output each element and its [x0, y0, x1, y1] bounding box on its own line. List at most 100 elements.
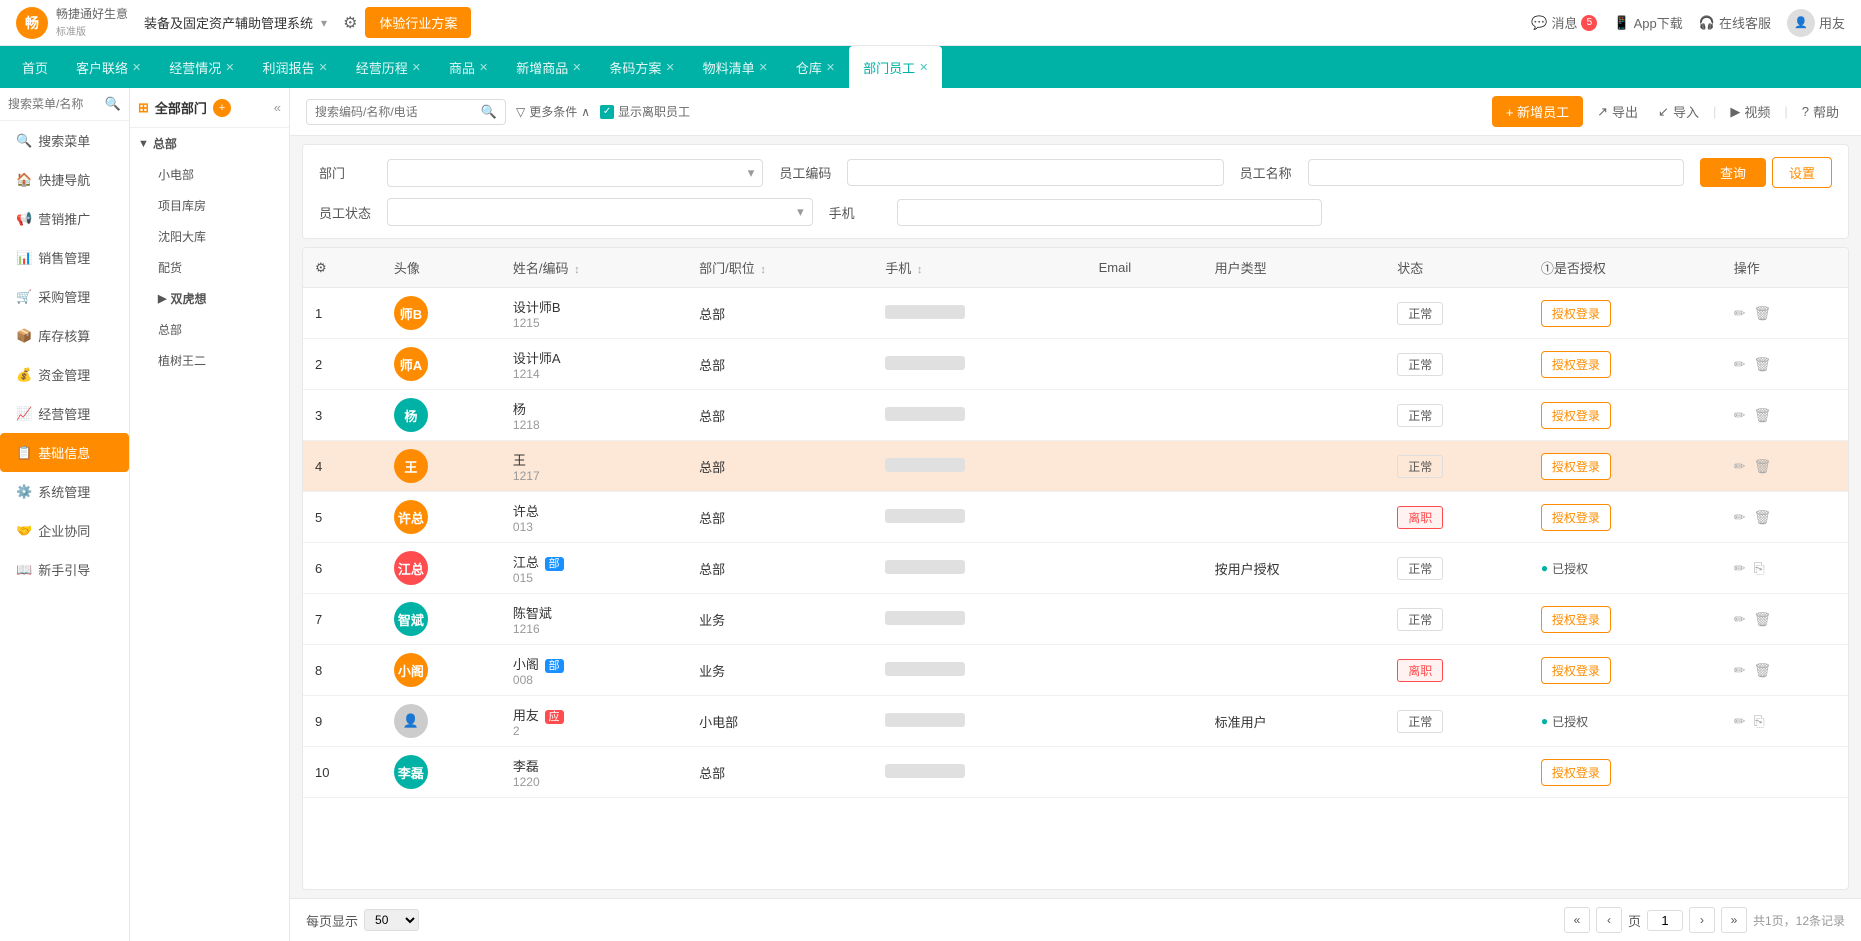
sidebar-item-sales[interactable]: 📊 销售管理	[0, 238, 129, 277]
settings-icon[interactable]: ⚙	[343, 13, 357, 33]
col-phone[interactable]: 手机 ↕	[873, 248, 1086, 288]
auth-button[interactable]: 授权登录	[1541, 504, 1611, 531]
tab-new-goods-close[interactable]: ✕	[572, 61, 581, 74]
tab-profit-close[interactable]: ✕	[319, 61, 328, 74]
online-service-item[interactable]: 🎧 在线客服	[1699, 13, 1771, 32]
tab-warehouse[interactable]: 仓库 ✕	[782, 46, 849, 88]
tab-goods-close[interactable]: ✕	[479, 61, 488, 74]
auth-button[interactable]: 授权登录	[1541, 300, 1611, 327]
dept-item-warehouse[interactable]: 项目库房	[150, 190, 289, 221]
delete-icon[interactable]: 🗑	[1753, 458, 1771, 475]
user-item[interactable]: 👤 用友	[1787, 9, 1845, 37]
tab-operation[interactable]: 经营情况 ✕	[155, 46, 248, 88]
tab-customer[interactable]: 客户联络 ✕	[62, 46, 155, 88]
search-input[interactable]	[315, 105, 477, 119]
dept-item-hq[interactable]: 总部	[150, 314, 289, 345]
sidebar-item-collab[interactable]: 🤝 企业协同	[0, 511, 129, 550]
auth-button[interactable]: 授权登录	[1541, 657, 1611, 684]
export-button[interactable]: ↗ 导出	[1591, 98, 1644, 125]
tab-bom-close[interactable]: ✕	[759, 61, 768, 74]
tab-operation-close[interactable]: ✕	[225, 61, 234, 74]
tab-new-goods[interactable]: 新增商品 ✕	[502, 46, 595, 88]
emp-name-input[interactable]	[1308, 159, 1684, 186]
delete-icon[interactable]: 🗑	[1753, 407, 1771, 424]
system-dropdown-icon[interactable]: ▾	[321, 16, 327, 30]
help-button[interactable]: ? 帮助	[1796, 98, 1845, 125]
dept-item-shuanghu[interactable]: ▶ 双虎想	[150, 283, 289, 314]
auth-button[interactable]: 授权登录	[1541, 453, 1611, 480]
page-input[interactable]	[1647, 910, 1683, 931]
tab-employees-close[interactable]: ✕	[919, 61, 928, 74]
tab-history-close[interactable]: ✕	[412, 61, 421, 74]
more-conditions[interactable]: ▽ 更多条件 ∧	[516, 103, 590, 120]
dept-item-zhishu[interactable]: 植树王二	[150, 345, 289, 376]
phone-input[interactable]	[897, 199, 1323, 226]
tab-warehouse-close[interactable]: ✕	[826, 61, 835, 74]
delete-icon[interactable]: 🗑	[1753, 356, 1771, 373]
set-button[interactable]: 设置	[1772, 157, 1832, 188]
sidebar-item-purchase[interactable]: 🛒 采购管理	[0, 277, 129, 316]
edit-icon[interactable]: ✏	[1734, 560, 1746, 577]
message-item[interactable]: 💬 消息 5	[1531, 13, 1597, 32]
col-name[interactable]: 姓名/编码 ↕	[501, 248, 687, 288]
tab-home[interactable]: 首页	[8, 46, 62, 88]
tab-bom[interactable]: 物料清单 ✕	[689, 46, 782, 88]
sidebar-item-guide[interactable]: 📖 新手引导	[0, 550, 129, 589]
first-page-btn[interactable]: «	[1564, 907, 1590, 933]
next-page-btn[interactable]: ›	[1689, 907, 1715, 933]
delete-icon[interactable]: 🗑	[1753, 611, 1771, 628]
edit-icon[interactable]: ✏	[1734, 611, 1746, 628]
tab-goods[interactable]: 商品 ✕	[435, 46, 502, 88]
sidebar-item-marketing[interactable]: 📢 营销推广	[0, 199, 129, 238]
tab-history[interactable]: 经营历程 ✕	[342, 46, 435, 88]
status-select[interactable]: ▾	[387, 198, 813, 226]
edit-icon[interactable]: ✏	[1734, 458, 1746, 475]
auth-button[interactable]: 授权登录	[1541, 402, 1611, 429]
sidebar-item-basic[interactable]: 📋 基础信息	[0, 433, 129, 472]
delete-icon[interactable]: 🗑	[1753, 305, 1771, 322]
last-page-btn[interactable]: »	[1721, 907, 1747, 933]
app-download-item[interactable]: 📱 App下载	[1613, 13, 1682, 32]
sidebar-search-input[interactable]	[8, 97, 101, 111]
view-button[interactable]: ▶ 视频	[1724, 98, 1776, 125]
trial-button[interactable]: 体验行业方案	[365, 7, 471, 38]
dept-select[interactable]: ▾	[387, 159, 763, 187]
import-button[interactable]: ↙ 导入	[1652, 98, 1705, 125]
dept-item-headquarter[interactable]: ▼ 总部	[130, 128, 289, 159]
edit-icon[interactable]: ✏	[1734, 407, 1746, 424]
tab-barcode[interactable]: 条码方案 ✕	[595, 46, 688, 88]
sidebar-item-search[interactable]: 🔍 搜索菜单	[0, 121, 129, 160]
delete-icon[interactable]: 🗑	[1753, 509, 1771, 526]
dept-item-shenyang[interactable]: 沈阳大库	[150, 221, 289, 252]
dept-item-electronics[interactable]: 小电部	[150, 159, 289, 190]
tab-profit[interactable]: 利润报告 ✕	[248, 46, 341, 88]
search-icon[interactable]: 🔍	[481, 104, 497, 120]
tab-customer-close[interactable]: ✕	[132, 61, 141, 74]
edit-icon[interactable]: ✏	[1734, 662, 1746, 679]
per-page-select[interactable]: 50 100	[364, 909, 419, 931]
auth-button[interactable]: 授权登录	[1541, 759, 1611, 786]
tab-employees[interactable]: 部门员工 ✕	[849, 46, 942, 88]
sidebar-search-icon[interactable]: 🔍	[105, 96, 121, 112]
show-resigned-toggle[interactable]: ✓ 显示离职员工	[600, 103, 690, 120]
sidebar-item-inventory[interactable]: 📦 库存核算	[0, 316, 129, 355]
copy-icon[interactable]: ⎘	[1753, 560, 1764, 577]
col-settings[interactable]: ⚙	[303, 248, 382, 288]
copy-icon[interactable]: ⎘	[1753, 713, 1764, 730]
edit-icon[interactable]: ✏	[1734, 305, 1746, 322]
auth-button[interactable]: 授权登录	[1541, 606, 1611, 633]
emp-code-input[interactable]	[847, 159, 1223, 186]
prev-page-btn[interactable]: ‹	[1596, 907, 1622, 933]
search-button[interactable]: 查询	[1700, 158, 1766, 187]
sidebar-item-finance[interactable]: 💰 资金管理	[0, 355, 129, 394]
add-employee-button[interactable]: + 新增员工	[1492, 96, 1583, 127]
dept-item-distribution[interactable]: 配货	[150, 252, 289, 283]
edit-icon[interactable]: ✏	[1734, 713, 1746, 730]
sidebar-item-management[interactable]: 📈 经营管理	[0, 394, 129, 433]
edit-icon[interactable]: ✏	[1734, 509, 1746, 526]
sidebar-item-nav[interactable]: 🏠 快捷导航	[0, 160, 129, 199]
dept-tree-collapse[interactable]: «	[274, 100, 281, 115]
dept-add-icon[interactable]: +	[213, 99, 231, 117]
edit-icon[interactable]: ✏	[1734, 356, 1746, 373]
sidebar-item-system[interactable]: ⚙️ 系统管理	[0, 472, 129, 511]
